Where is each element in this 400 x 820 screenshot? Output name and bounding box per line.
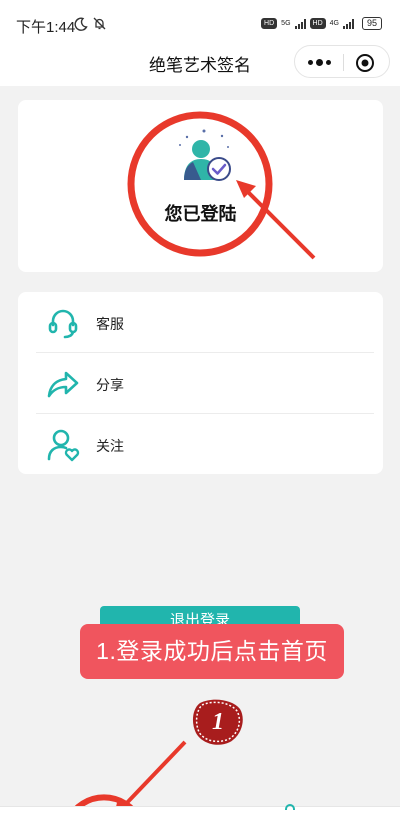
hd-badge-2: HD	[309, 18, 326, 29]
profile-card: 您已登陆	[18, 100, 383, 272]
logged-in-user-icon	[179, 129, 231, 181]
status-indicators: HD 5G HD 4G 95	[261, 17, 382, 30]
target-close-icon	[356, 53, 374, 72]
moon-icon	[74, 17, 88, 31]
nav-bar: 绝笔艺术签名	[0, 40, 400, 86]
more-button[interactable]	[295, 46, 343, 79]
headset-icon	[48, 309, 78, 339]
close-button[interactable]	[341, 46, 389, 79]
menu-card: 客服 分享 关注	[18, 292, 383, 474]
menu-item-label: 客服	[96, 316, 124, 332]
network-type-2: 4G	[329, 19, 339, 27]
menu-item-share[interactable]: 分享	[18, 353, 383, 413]
bell-off-icon	[93, 17, 106, 30]
tab-bar	[0, 804, 400, 820]
follow-user-icon	[47, 429, 80, 462]
signal-icon-2	[342, 18, 354, 29]
network-type: 5G	[281, 19, 291, 27]
share-icon	[47, 371, 79, 398]
menu-item-follow[interactable]: 关注	[18, 414, 383, 474]
status-time: 下午1:44	[16, 19, 76, 36]
step-number-badge: 1	[192, 699, 243, 745]
hd-badge: HD	[261, 18, 278, 29]
step-number: 1	[212, 709, 224, 735]
signal-icon	[294, 18, 306, 29]
menu-item-label: 关注	[96, 438, 124, 454]
tab-mine-icon[interactable]	[285, 804, 295, 810]
mini-program-capsule	[294, 45, 390, 78]
battery-icon: 95	[361, 17, 382, 30]
menu-item-label: 分享	[96, 377, 124, 393]
login-status-text: 您已登陆	[164, 204, 237, 224]
menu-item-customer-service[interactable]: 客服	[18, 292, 383, 352]
instruction-banner: 1.登录成功后点击首页	[80, 624, 344, 679]
arrow-line-bottom	[120, 740, 187, 810]
